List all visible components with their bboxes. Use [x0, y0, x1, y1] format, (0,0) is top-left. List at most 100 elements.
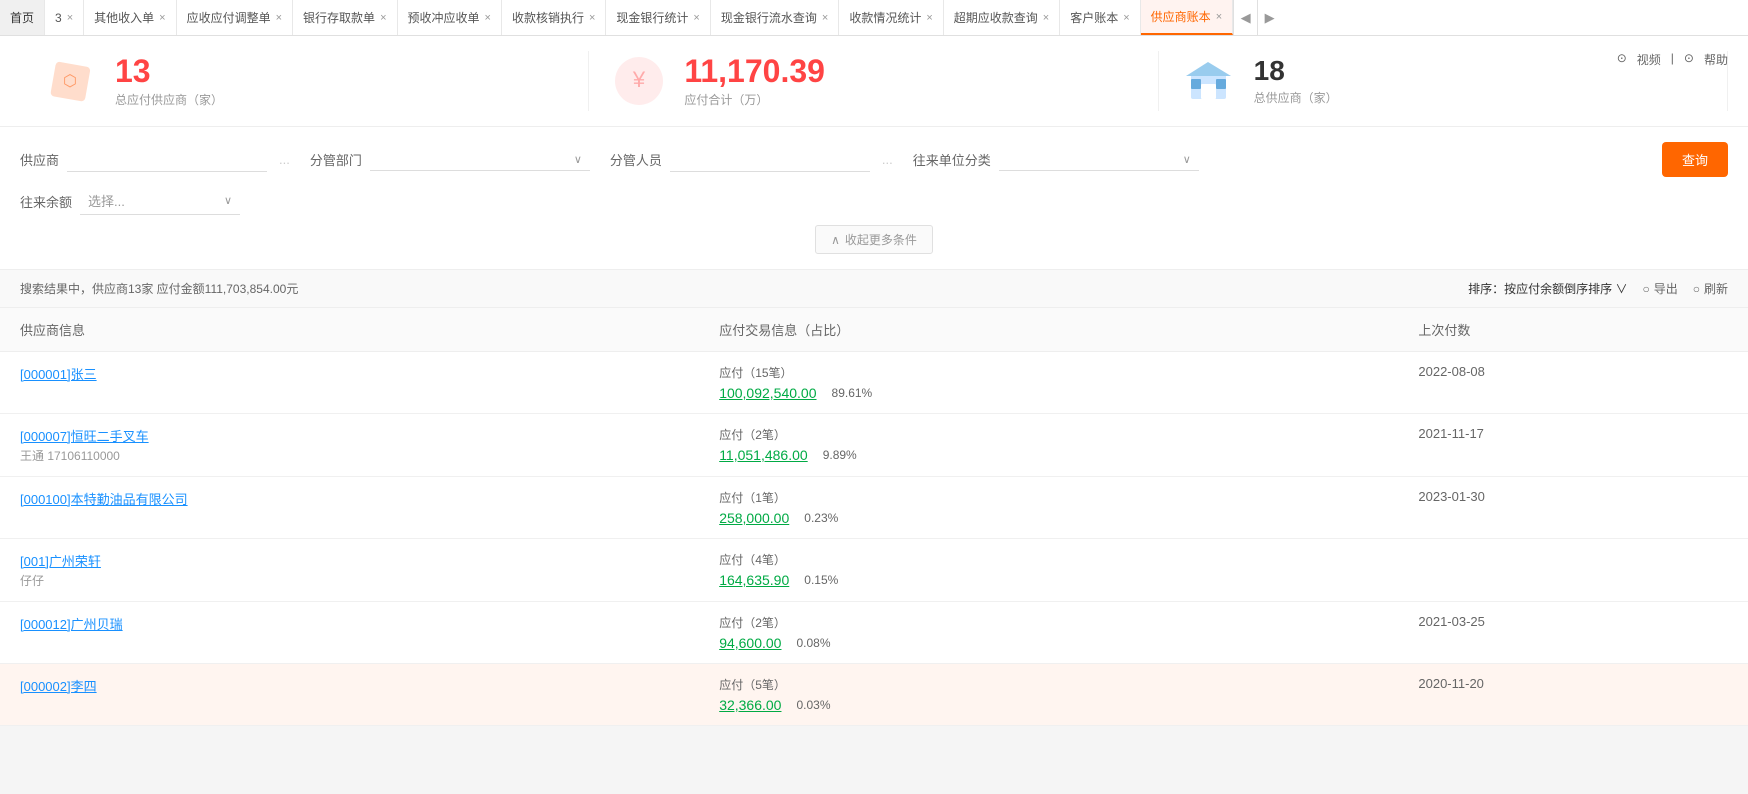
- nav-tab-supplier-account-label: 供应商账本: [1151, 8, 1211, 25]
- last-pay-cell: 2021-03-25: [1398, 602, 1748, 664]
- nav-tab-supplier-account[interactable]: 供应商账本 ×: [1141, 0, 1233, 35]
- export-button[interactable]: ○ 导出: [1642, 280, 1677, 297]
- filter-item-category: 往来单位分类 ∨: [913, 149, 1199, 171]
- close-icon[interactable]: ×: [276, 12, 282, 24]
- supplier-link[interactable]: [000002]李四: [20, 676, 679, 695]
- supplier-link[interactable]: [000007]恒旺二手叉车: [20, 426, 679, 445]
- nav-tab-receipt-exec[interactable]: 收款核销执行 ×: [502, 0, 606, 35]
- top-right-links: ⊙ 视频 | ⊙ 帮助: [1617, 51, 1728, 68]
- nav-tab-home[interactable]: 首页: [0, 0, 45, 35]
- supplier-info-cell: [000001]张三: [0, 352, 699, 414]
- circle-icon: ⊙: [1617, 51, 1627, 68]
- dept-filter-label: 分管部门: [310, 150, 362, 169]
- nav-tab-adjustment[interactable]: 应收应付调整单 ×: [177, 0, 293, 35]
- nav-tab-home-label: 首页: [10, 9, 34, 26]
- supplier-link[interactable]: [001]广州荣轩: [20, 551, 679, 570]
- supplier-info-cell: [000007]恒旺二手叉车王通 17106110000: [0, 414, 699, 477]
- table-header-row: 供应商信息 应付交易信息（占比） 上次付数: [0, 308, 1748, 352]
- close-icon[interactable]: ×: [693, 12, 699, 24]
- supplier-dots[interactable]: ...: [279, 152, 290, 167]
- col-last-pay: 上次付数: [1398, 308, 1748, 352]
- filter-item-dept: 分管部门 ∨: [310, 149, 590, 171]
- close-icon[interactable]: ×: [1123, 12, 1129, 24]
- nav-tab-other-income[interactable]: 其他收入单 ×: [84, 0, 176, 35]
- close-icon[interactable]: ×: [926, 12, 932, 24]
- filter-row-1: 供应商 ... 分管部门 ∨ 分管人员 ... 往来单位分类 ∨ 查询: [20, 142, 1728, 177]
- nav-tab-prepay[interactable]: 预收冲应收单 ×: [398, 0, 502, 35]
- sort-text: 排序：按应付余额倒序排序: [1468, 282, 1612, 296]
- last-pay-cell: 2022-08-08: [1398, 352, 1748, 414]
- help-link[interactable]: 帮助: [1704, 51, 1728, 68]
- category-filter-select[interactable]: ∨: [999, 149, 1199, 171]
- tx-amount[interactable]: 258,000.00: [719, 510, 789, 526]
- nav-tab-cash-bank-stat[interactable]: 现金银行统计 ×: [606, 0, 710, 35]
- video-link[interactable]: 视频: [1637, 51, 1661, 68]
- result-text: 搜索结果中，供应商13家 应付金额111,703,854.00元: [20, 280, 298, 297]
- close-icon[interactable]: ×: [1043, 12, 1049, 24]
- supplier-icon: ⬡: [40, 51, 100, 111]
- category-filter-label: 往来单位分类: [913, 150, 991, 169]
- tx-amount[interactable]: 11,051,486.00: [719, 447, 808, 463]
- nav-tab-3[interactable]: 3 ×: [45, 0, 84, 35]
- store-icon: [1179, 51, 1239, 111]
- balance-filter-select[interactable]: 选择... ∨: [80, 187, 240, 215]
- tx-label: 应付（2笔）: [719, 614, 1378, 631]
- person-filter-input[interactable]: [670, 148, 870, 172]
- nav-tab-bank[interactable]: 银行存取款单 ×: [293, 0, 397, 35]
- export-label: 导出: [1654, 280, 1678, 297]
- query-button[interactable]: 查询: [1662, 142, 1728, 177]
- close-icon[interactable]: ×: [822, 12, 828, 24]
- person-filter-label: 分管人员: [610, 150, 662, 169]
- circle-icon-2: ⊙: [1684, 51, 1694, 68]
- supplier-filter-input[interactable]: [67, 148, 267, 172]
- col-tx-info: 应付交易信息（占比）: [699, 308, 1398, 352]
- tx-percent: 0.03%: [796, 698, 830, 712]
- close-icon[interactable]: ×: [589, 12, 595, 24]
- supplier-link[interactable]: [000100]本特勤油品有限公司: [20, 489, 679, 508]
- close-icon[interactable]: ×: [485, 12, 491, 24]
- nav-tab-3-label: 3: [55, 11, 62, 25]
- supplier-info-cell: [000100]本特勤油品有限公司: [0, 477, 699, 539]
- chevron-down-icon-2: ∨: [1183, 153, 1191, 166]
- sort-label[interactable]: 排序：按应付余额倒序排序 ∨: [1468, 280, 1627, 297]
- export-icon: ○: [1642, 282, 1649, 296]
- tx-percent: 0.23%: [804, 511, 838, 525]
- supplier-link[interactable]: [000001]张三: [20, 364, 679, 383]
- nav-tab-receipt-stat[interactable]: 收款情况统计 ×: [839, 0, 943, 35]
- nav-next-arrow[interactable]: ▶: [1257, 0, 1281, 35]
- tx-info-cell: 应付（2笔）11,051,486.009.89%: [699, 414, 1398, 477]
- tx-amount[interactable]: 94,600.00: [719, 635, 781, 651]
- filter-area: 供应商 ... 分管部门 ∨ 分管人员 ... 往来单位分类 ∨ 查询: [0, 127, 1748, 270]
- supplier-info-cell: [000002]李四: [0, 664, 699, 726]
- close-icon[interactable]: ×: [159, 12, 165, 24]
- collapse-button[interactable]: ∧ 收起更多条件: [815, 225, 933, 254]
- col-supplier-info: 供应商信息: [0, 308, 699, 352]
- table-row: [000100]本特勤油品有限公司应付（1笔）258,000.000.23%20…: [0, 477, 1748, 539]
- close-icon[interactable]: ×: [1216, 11, 1222, 23]
- tx-percent: 0.08%: [796, 636, 830, 650]
- refresh-label: 刷新: [1704, 280, 1728, 297]
- last-pay-cell: 2021-11-17: [1398, 414, 1748, 477]
- refresh-button[interactable]: ○ 刷新: [1693, 280, 1728, 297]
- stat-info-total-suppliers: 18 总供应商（家）: [1254, 57, 1338, 106]
- supplier-link[interactable]: [000012]广州贝瑞: [20, 614, 679, 633]
- tx-label: 应付（4笔）: [719, 551, 1378, 568]
- nav-tab-overdue[interactable]: 超期应收款查询 ×: [944, 0, 1060, 35]
- nav-tab-cash-flow[interactable]: 现金银行流水查询 ×: [711, 0, 839, 35]
- nav-tab-customer-account[interactable]: 客户账本 ×: [1060, 0, 1140, 35]
- nav-tab-customer-account-label: 客户账本: [1070, 9, 1118, 26]
- table-row: [000001]张三应付（15笔）100,092,540.0089.61%202…: [0, 352, 1748, 414]
- person-dots[interactable]: ...: [882, 152, 893, 167]
- payable-suppliers-label: 总应付供应商（家）: [115, 91, 223, 108]
- close-icon[interactable]: ×: [380, 12, 386, 24]
- close-icon[interactable]: ×: [67, 12, 73, 24]
- tx-percent: 0.15%: [804, 573, 838, 587]
- tx-amount[interactable]: 32,366.00: [719, 697, 781, 713]
- nav-tab-bank-label: 银行存取款单: [303, 9, 375, 26]
- dept-filter-select[interactable]: ∨: [370, 149, 590, 171]
- tx-amount[interactable]: 164,635.90: [719, 572, 789, 588]
- last-pay-cell: 2023-01-30: [1398, 477, 1748, 539]
- tx-amount[interactable]: 100,092,540.00: [719, 385, 816, 401]
- table-container: 供应商信息 应付交易信息（占比） 上次付数 [000001]张三应付（15笔）1…: [0, 308, 1748, 726]
- nav-prev-arrow[interactable]: ◀: [1233, 0, 1257, 35]
